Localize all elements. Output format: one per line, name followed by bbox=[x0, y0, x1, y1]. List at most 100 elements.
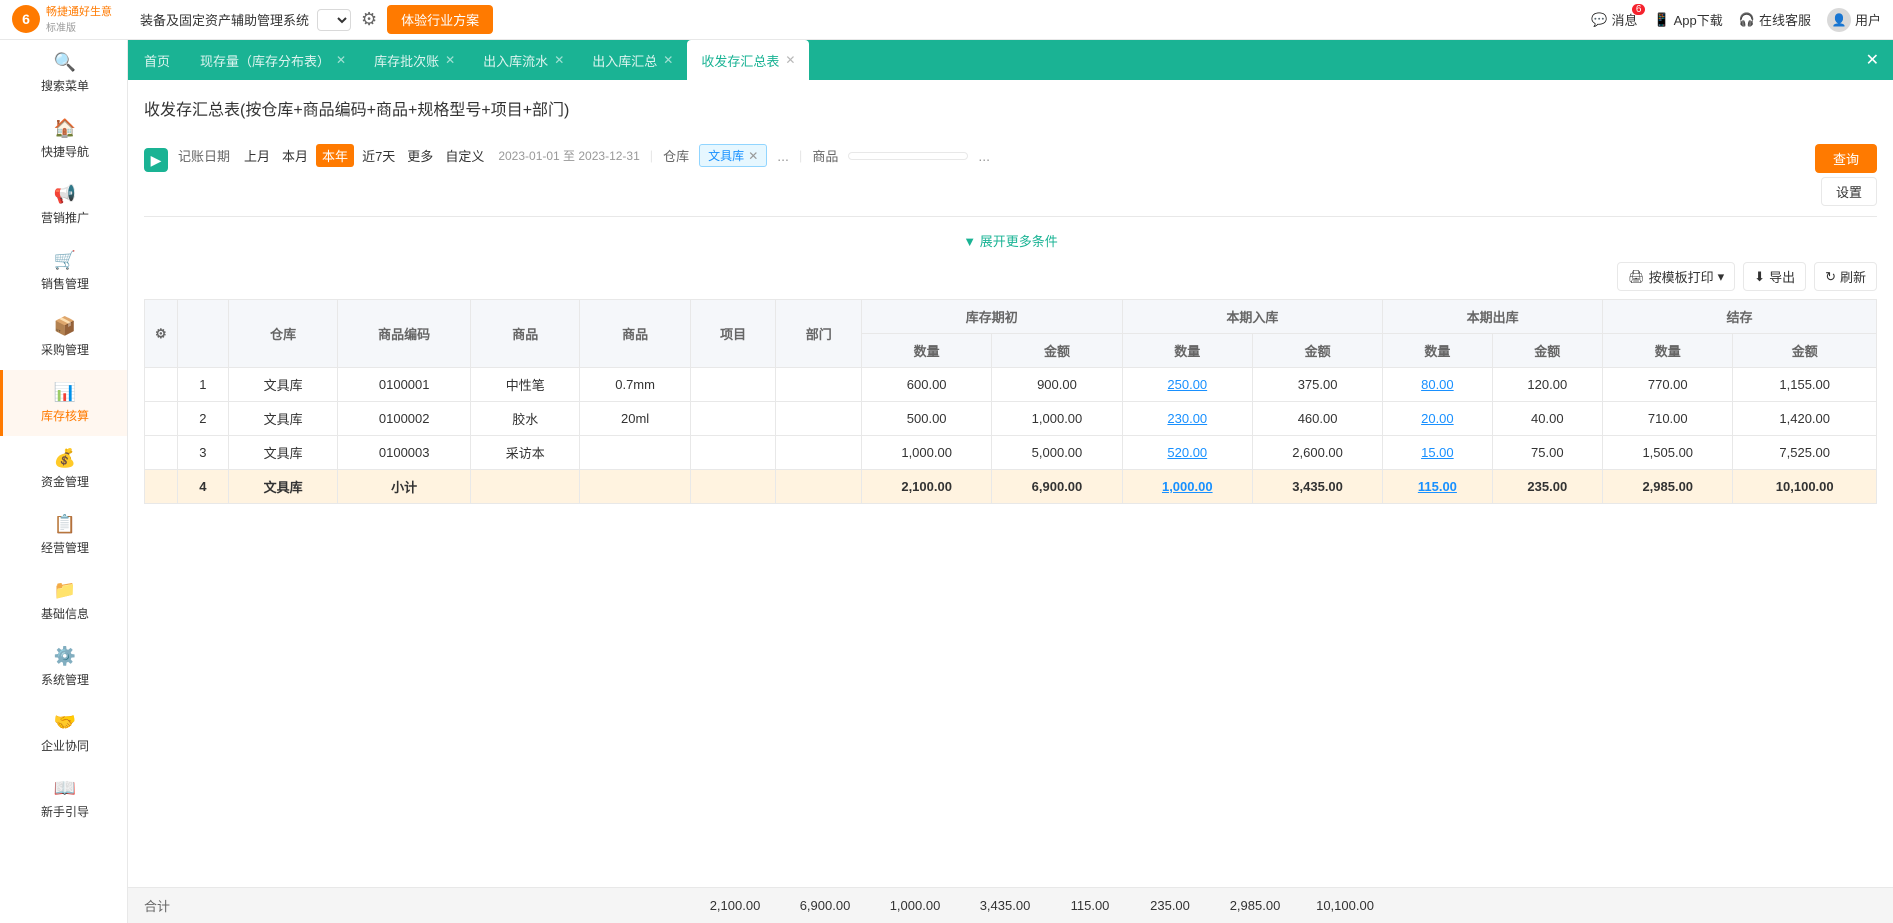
sidebar-item-newbie[interactable]: 📖 新手引导 bbox=[0, 766, 127, 832]
filter-toggle-btn[interactable]: ▶ bbox=[144, 148, 168, 172]
export-btn[interactable]: ⬇ 导出 bbox=[1743, 262, 1806, 291]
search-icon: 🔍 bbox=[54, 52, 76, 73]
data-table: ⚙ 仓库 商品编码 商品 商品 项目 部门 库存期初 本期入库 本期出库 bbox=[144, 299, 1877, 504]
tab-bar-close-btn[interactable]: ✕ bbox=[1852, 50, 1893, 70]
tab-close-summary[interactable]: ✕ bbox=[663, 53, 673, 67]
sidebar-item-system[interactable]: ⚙️ 系统管理 bbox=[0, 634, 127, 700]
headset-icon: 🎧 bbox=[1739, 12, 1755, 28]
col-project-header: 项目 bbox=[690, 300, 776, 368]
home-icon: 🏠 bbox=[54, 118, 76, 139]
date-more-btn[interactable]: 更多 bbox=[403, 144, 437, 167]
tab-inventory-dist[interactable]: 现存量（库存分布表） ✕ bbox=[186, 40, 360, 80]
logo-area: 6 畅捷通好生意 标准版 bbox=[12, 5, 140, 34]
warehouse-tag[interactable]: 文具库 ✕ bbox=[699, 144, 767, 167]
in-qty-link[interactable]: 520.00 bbox=[1122, 436, 1252, 470]
col-bal-amt-header: 金额 bbox=[1733, 334, 1877, 368]
col-out-amt-header: 金额 bbox=[1492, 334, 1603, 368]
sidebar-item-inventory[interactable]: 📊 库存核算 bbox=[0, 370, 127, 436]
total-out-qty: 115.00 bbox=[1050, 898, 1130, 913]
finance-icon: 💰 bbox=[54, 448, 76, 469]
tab-inout-flow[interactable]: 出入库流水 ✕ bbox=[469, 40, 578, 80]
col-spec-header: 商品 bbox=[580, 300, 691, 368]
online-service-btn[interactable]: 🎧 在线客服 bbox=[1739, 10, 1811, 29]
trial-button[interactable]: 体验行业方案 bbox=[387, 5, 493, 34]
in-qty-link[interactable]: 250.00 bbox=[1122, 368, 1252, 402]
tab-home[interactable]: 首页 bbox=[128, 40, 186, 80]
tab-close-receipt[interactable]: ✕ bbox=[785, 53, 795, 67]
date-this-month-btn[interactable]: 本月 bbox=[278, 144, 312, 167]
col-out-qty-header: 数量 bbox=[1383, 334, 1492, 368]
date-label: 记账日期 bbox=[178, 146, 230, 165]
sidebar-item-operation[interactable]: 📋 经营管理 bbox=[0, 502, 127, 568]
date-custom-btn[interactable]: 自定义 bbox=[441, 144, 488, 167]
expand-conditions[interactable]: ▼ 展开更多条件 bbox=[144, 227, 1877, 258]
warehouse-label: 仓库 bbox=[663, 146, 689, 165]
sales-icon: 🛒 bbox=[54, 250, 76, 271]
sidebar-item-finance[interactable]: 💰 资金管理 bbox=[0, 436, 127, 502]
tab-close-inventory-dist[interactable]: ✕ bbox=[336, 53, 346, 67]
sidebar-item-purchase[interactable]: 📦 采购管理 bbox=[0, 304, 127, 370]
total-label: 合计 bbox=[144, 896, 170, 915]
date-this-year-btn[interactable]: 本年 bbox=[316, 144, 354, 167]
col-no-header bbox=[177, 300, 228, 368]
total-in-amt: 3,435.00 bbox=[960, 898, 1050, 913]
template-print-btn[interactable]: 🖨 按模板打印 ▾ bbox=[1617, 262, 1735, 291]
tab-bar: 首页 现存量（库存分布表） ✕ 库存批次账 ✕ 出入库流水 ✕ 出入库汇总 ✕ … bbox=[128, 40, 1893, 80]
warehouse-more-btn[interactable]: ... bbox=[777, 148, 789, 164]
col-name-header: 商品 bbox=[471, 300, 580, 368]
col-outbound-header: 本期出库 bbox=[1383, 300, 1603, 334]
user-avatar: 👤 bbox=[1827, 8, 1851, 32]
warehouse-tag-close[interactable]: ✕ bbox=[748, 149, 758, 163]
subtotal-in-qty-link[interactable]: 1,000.00 bbox=[1122, 470, 1252, 504]
out-qty-link[interactable]: 15.00 bbox=[1383, 436, 1492, 470]
message-badge: 6 bbox=[1632, 4, 1646, 15]
in-qty-link[interactable]: 230.00 bbox=[1122, 402, 1252, 436]
sidebar-item-sales[interactable]: 🛒 销售管理 bbox=[0, 238, 127, 304]
refresh-btn[interactable]: ↻ 刷新 bbox=[1814, 262, 1877, 291]
system-name: 装备及固定资产辅助管理系统 bbox=[140, 10, 309, 29]
subtotal-out-qty-link[interactable]: 115.00 bbox=[1383, 470, 1492, 504]
marketing-icon: 📢 bbox=[54, 184, 76, 205]
filter-divider: | bbox=[650, 148, 653, 163]
tab-close-batch[interactable]: ✕ bbox=[445, 53, 455, 67]
logo-icon: 6 bbox=[12, 5, 40, 33]
settings-icon[interactable]: ⚙ bbox=[361, 9, 377, 30]
date-7days-btn[interactable]: 近7天 bbox=[358, 144, 399, 167]
app-download-btn[interactable]: 📱 App下载 bbox=[1653, 10, 1722, 29]
tab-inout-summary[interactable]: 出入库汇总 ✕ bbox=[578, 40, 687, 80]
out-qty-link[interactable]: 80.00 bbox=[1383, 368, 1492, 402]
table-row: 3 文具库 0100003 采访本 1,000.00 5,000.00 520.… bbox=[145, 436, 1877, 470]
query-button[interactable]: 查询 bbox=[1815, 144, 1877, 173]
system-dropdown[interactable] bbox=[317, 9, 351, 31]
basic-icon: 📁 bbox=[54, 580, 76, 601]
filter-divider2: | bbox=[799, 148, 802, 163]
col-bal-qty-header: 数量 bbox=[1603, 334, 1733, 368]
total-out-amt: 235.00 bbox=[1130, 898, 1210, 913]
col-code-header: 商品编码 bbox=[338, 300, 471, 368]
message-btn[interactable]: 💬 消息 6 bbox=[1591, 10, 1637, 29]
sidebar-item-quick[interactable]: 🏠 快捷导航 bbox=[0, 106, 127, 172]
date-last-month-btn[interactable]: 上月 bbox=[240, 144, 274, 167]
refresh-icon: ↻ bbox=[1825, 269, 1836, 285]
expand-icon: ▼ bbox=[963, 234, 976, 249]
newbie-icon: 📖 bbox=[54, 778, 76, 799]
total-in-qty: 1,000.00 bbox=[870, 898, 960, 913]
total-bal-amt: 10,100.00 bbox=[1300, 898, 1390, 913]
col-opening-header: 库存期初 bbox=[862, 300, 1123, 334]
total-open-amt: 6,900.00 bbox=[780, 898, 870, 913]
sidebar-item-marketing[interactable]: 📢 营销推广 bbox=[0, 172, 127, 238]
tab-close-flow[interactable]: ✕ bbox=[554, 53, 564, 67]
col-balance-header: 结存 bbox=[1603, 300, 1877, 334]
sidebar-item-basic[interactable]: 📁 基础信息 bbox=[0, 568, 127, 634]
tab-batch-account[interactable]: 库存批次账 ✕ bbox=[360, 40, 469, 80]
col-settings-gear[interactable]: ⚙ bbox=[155, 326, 167, 341]
phone-icon: 📱 bbox=[1653, 12, 1669, 28]
user-btn[interactable]: 👤 用户 bbox=[1827, 8, 1881, 32]
settings-button[interactable]: 设置 bbox=[1821, 177, 1877, 206]
out-qty-link[interactable]: 20.00 bbox=[1383, 402, 1492, 436]
goods-more-btn[interactable]: ... bbox=[978, 148, 990, 164]
sidebar-item-enterprise[interactable]: 🤝 企业协同 bbox=[0, 700, 127, 766]
sidebar-item-search[interactable]: 🔍 搜索菜单 bbox=[0, 40, 127, 106]
tab-receipt-summary[interactable]: 收发存汇总表 ✕ bbox=[687, 40, 809, 80]
goods-input[interactable] bbox=[848, 152, 968, 160]
